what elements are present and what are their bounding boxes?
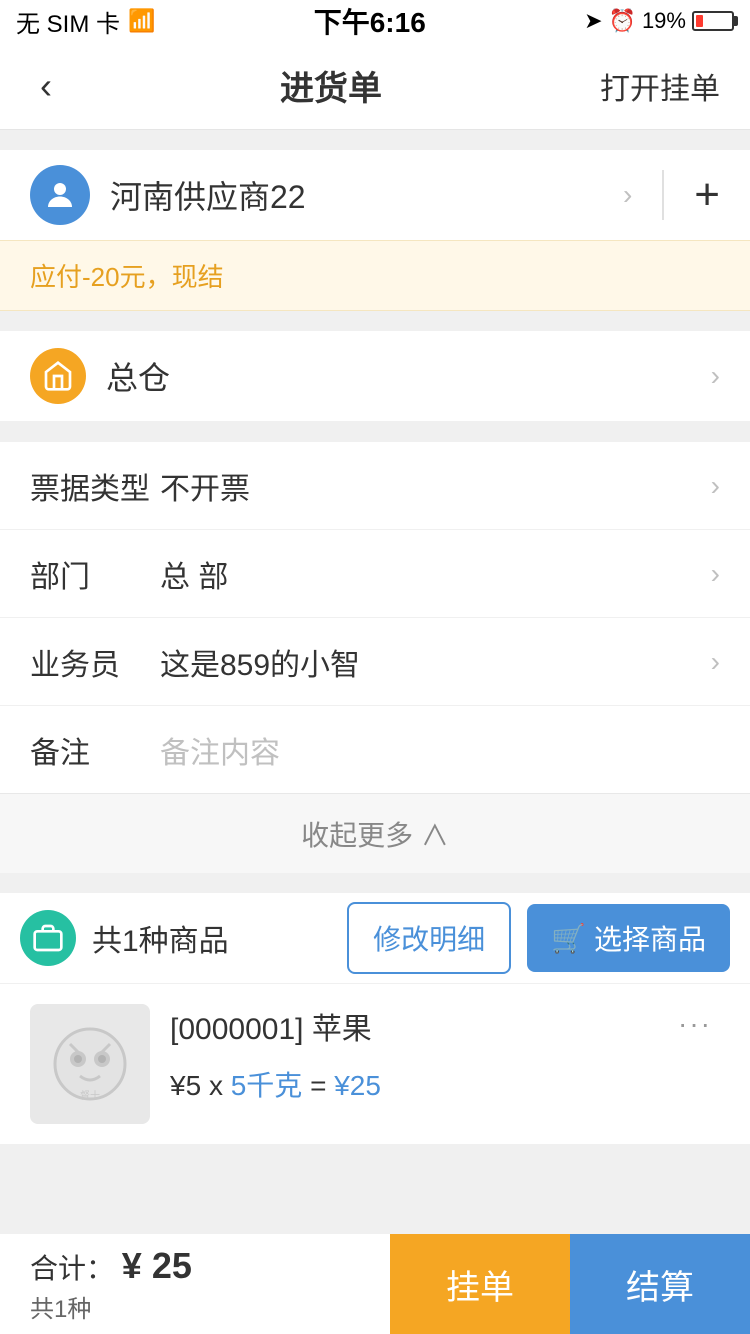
salesperson-label: 业务员	[30, 640, 160, 684]
ticket-type-arrow: ›	[711, 470, 720, 502]
supplier-avatar	[30, 165, 90, 225]
gap-4	[0, 873, 750, 893]
checkout-button[interactable]: 结算	[570, 1234, 750, 1334]
form-section: 票据类型 不开票 › 部门 总 部 › 业务员 这是859的小智 › 备注 备注…	[0, 441, 750, 873]
product-name: [0000001] 苹果	[170, 1004, 650, 1048]
unit-price: ¥5	[170, 1070, 201, 1101]
product-count-icon	[20, 910, 76, 966]
product-price-row: ¥5 x 5千克 = ¥25	[170, 1064, 650, 1104]
checkout-label: 结算	[626, 1260, 694, 1309]
supplier-divider	[662, 170, 664, 220]
open-pending-button[interactable]: 打开挂单	[600, 64, 720, 108]
carrier-text: 无 SIM 卡	[16, 4, 120, 39]
gap-2	[0, 311, 750, 331]
salesperson-value: 这是859的小智	[160, 640, 711, 684]
salesperson-row[interactable]: 业务员 这是859的小智 ›	[0, 617, 750, 705]
ticket-type-label: 票据类型	[30, 464, 160, 508]
status-right: ➤ ⏰ 19%	[584, 8, 734, 34]
note-label: 备注	[30, 728, 160, 772]
status-left: 无 SIM 卡 📶	[16, 4, 155, 39]
wifi-icon: 📶	[128, 8, 155, 34]
nav-bar: ‹ 进货单 打开挂单	[0, 42, 750, 130]
gap-1	[0, 130, 750, 150]
warehouse-name: 总仓	[106, 353, 711, 399]
product-info: [0000001] 苹果 ¥5 x 5千克 = ¥25	[170, 1004, 650, 1104]
pending-button[interactable]: 挂单	[390, 1234, 570, 1334]
product-total: ¥25	[334, 1070, 381, 1101]
supplier-row[interactable]: 河南供应商22 › +	[0, 150, 750, 240]
supplier-name: 河南供应商22	[110, 172, 623, 218]
equals-sign: =	[310, 1070, 334, 1101]
supplier-arrow-icon: ›	[623, 179, 632, 211]
quantity: 5千克	[231, 1070, 303, 1101]
supplier-section: 河南供应商22 › + 应付-20元，现结	[0, 150, 750, 311]
product-code: [0000001]	[170, 1013, 303, 1046]
total-label: 合计：	[30, 1253, 114, 1284]
warehouse-arrow-icon: ›	[711, 360, 720, 392]
select-product-icon: 🛒	[551, 922, 586, 955]
ticket-type-value: 不开票	[160, 464, 711, 508]
collapse-label: 收起更多 ∧	[301, 814, 449, 854]
battery-icon	[692, 11, 734, 31]
alarm-icon: ⏰	[609, 8, 636, 34]
pending-label: 挂单	[446, 1260, 514, 1309]
modify-detail-button[interactable]: 修改明细	[347, 902, 511, 974]
total-row: 合计： ¥ 25	[30, 1245, 360, 1287]
location-icon: ➤	[584, 8, 602, 34]
page-title: 进货单	[280, 61, 382, 110]
product-thumbnail: 督十	[30, 1004, 150, 1124]
status-time: 下午6:16	[314, 1, 426, 41]
department-row[interactable]: 部门 总 部 ›	[0, 529, 750, 617]
product-header: 共1种商品 修改明细 🛒 选择商品	[0, 893, 750, 983]
back-button[interactable]: ‹	[30, 55, 62, 117]
warehouse-icon	[30, 348, 86, 404]
product-more-button[interactable]: ···	[670, 1004, 720, 1044]
svg-text:督十: 督十	[80, 1089, 100, 1102]
multiply-sign: x	[209, 1070, 231, 1101]
add-button[interactable]: +	[694, 170, 720, 220]
note-placeholder: 备注内容	[160, 728, 720, 772]
battery-percent: 19%	[642, 8, 686, 34]
salesperson-arrow: ›	[711, 646, 720, 678]
department-label: 部门	[30, 552, 160, 596]
total-section: 合计： ¥ 25 共1种	[0, 1234, 390, 1334]
collapse-button[interactable]: 收起更多 ∧	[0, 793, 750, 873]
ticket-type-row[interactable]: 票据类型 不开票 ›	[0, 441, 750, 529]
gap-3	[0, 421, 750, 441]
total-amount: ¥ 25	[122, 1245, 192, 1286]
warehouse-section: 总仓 ›	[0, 331, 750, 421]
note-row[interactable]: 备注 备注内容	[0, 705, 750, 793]
product-title-text: 苹果	[312, 1013, 372, 1046]
total-count: 共1种	[30, 1289, 360, 1324]
department-value: 总 部	[160, 552, 711, 596]
status-bar: 无 SIM 卡 📶 下午6:16 ➤ ⏰ 19%	[0, 0, 750, 42]
select-product-button[interactable]: 🛒 选择商品	[527, 904, 730, 972]
product-count-text: 共1种商品	[92, 916, 331, 960]
product-section: 共1种商品 修改明细 🛒 选择商品 督十 [0000001]	[0, 893, 750, 1144]
bottom-bar: 合计： ¥ 25 共1种 挂单 结算	[0, 1234, 750, 1334]
warehouse-row[interactable]: 总仓 ›	[0, 331, 750, 421]
select-product-label: 选择商品	[594, 918, 706, 958]
payment-notice: 应付-20元，现结	[0, 240, 750, 311]
product-item: 督十 [0000001] 苹果 ¥5 x 5千克 = ¥25 ···	[0, 983, 750, 1144]
department-arrow: ›	[711, 558, 720, 590]
